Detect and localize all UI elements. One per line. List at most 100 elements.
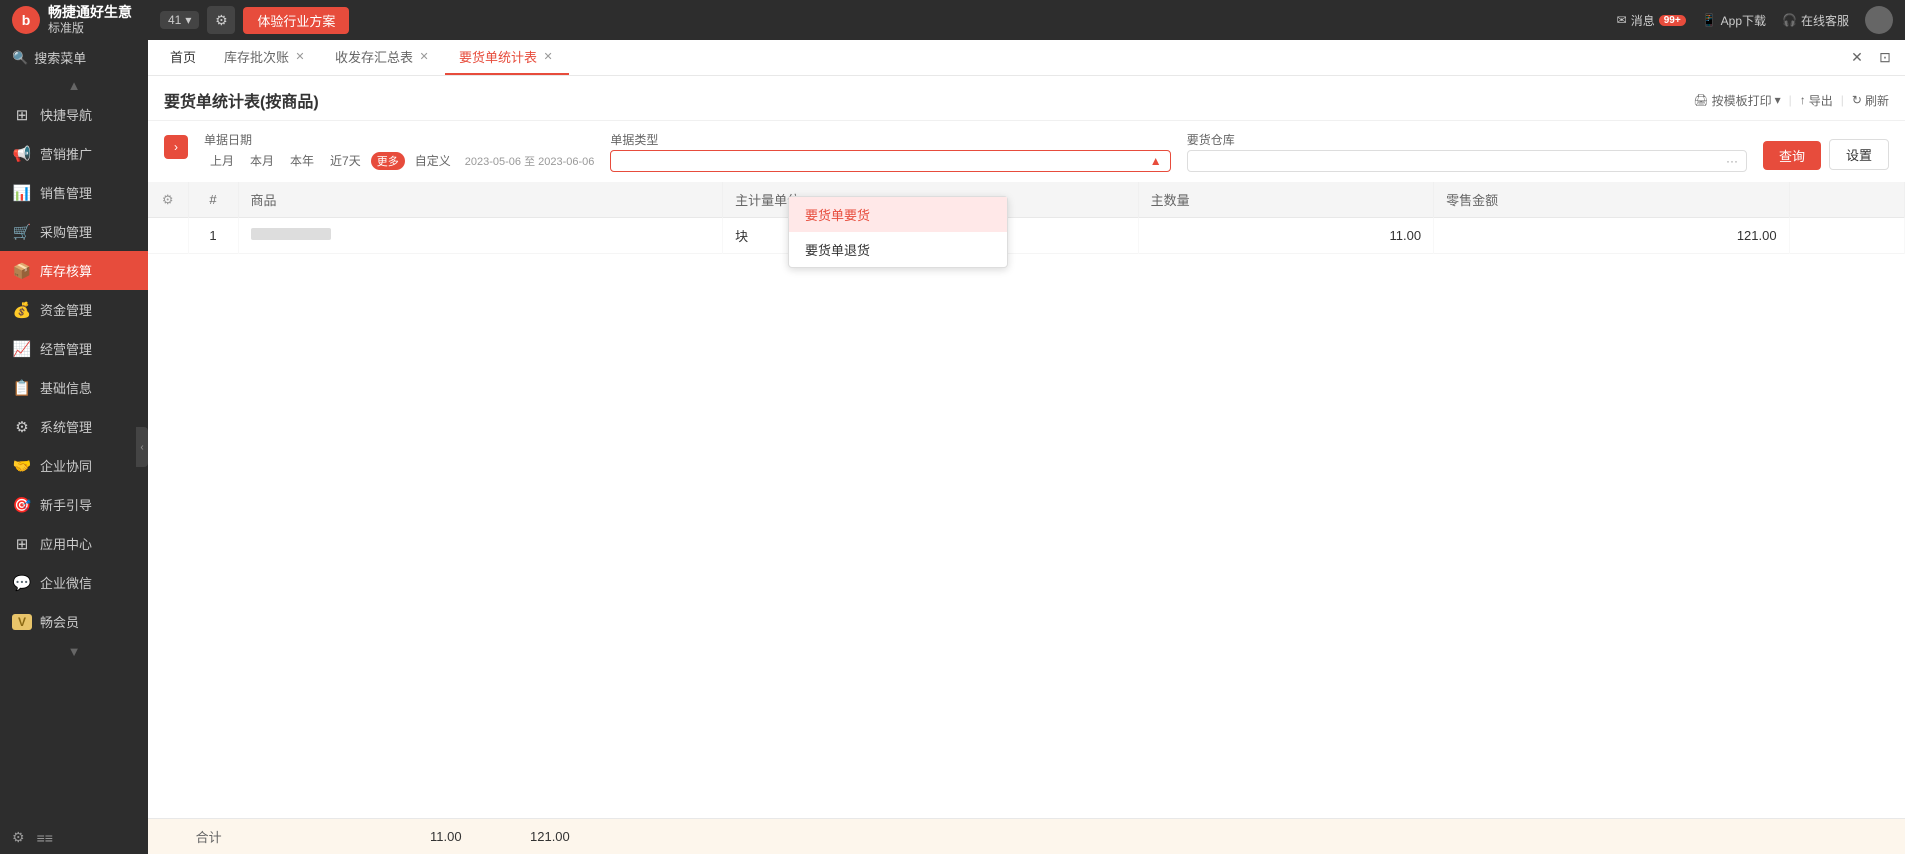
sidebar-search[interactable]: 🔍 搜索菜单 [0, 40, 148, 75]
dropdown-item-requisition-order[interactable]: 要货单要货 [789, 197, 1007, 232]
date-option-this-month[interactable]: 本月 [244, 150, 280, 171]
type-dropdown-menu: 要货单要货 要货单退货 [788, 196, 1008, 268]
dropdown-item-label-2: 要货单退货 [805, 243, 870, 258]
sales-label: 销售管理 [40, 183, 92, 202]
tab-inventory-batch-close[interactable]: ✕ [293, 50, 307, 64]
scroll-down-arrow[interactable]: ▼ [0, 641, 148, 661]
col-header-num: # [188, 182, 238, 218]
sidebar-item-wechat[interactable]: 💬 企业微信 [0, 563, 148, 602]
trial-button[interactable]: 体验行业方案 [243, 7, 349, 34]
app-download-label: App下载 [1721, 12, 1766, 29]
sidebar-item-finance[interactable]: 💰 资金管理 [0, 290, 148, 329]
sidebar-item-enterprise[interactable]: 🤝 企业协同 [0, 446, 148, 485]
sidebar-item-quick-nav[interactable]: ⊞ 快捷导航 [0, 95, 148, 134]
search-label: 搜索菜单 [34, 48, 86, 67]
online-service-label: 在线客服 [1801, 12, 1849, 29]
top-right: ✉ 消息 99+ 📱 App下载 🎧 在线客服 [1617, 6, 1893, 34]
content-area: 首页 库存批次账 ✕ 收发存汇总表 ✕ 要货单统计表 ✕ ✕ ⊡ 要 [148, 40, 1905, 854]
apps-icon: ⊞ [12, 535, 32, 553]
settings-bottom-icon[interactable]: ⚙ [12, 829, 25, 846]
online-service-button[interactable]: 🎧 在线客服 [1782, 12, 1849, 29]
sidebar-item-sales[interactable]: 📊 销售管理 [0, 173, 148, 212]
operations-icon: 📈 [12, 340, 32, 358]
sidebar-item-operations[interactable]: 📈 经营管理 [0, 329, 148, 368]
message-badge: 99+ [1659, 15, 1686, 26]
basic-info-icon: 📋 [12, 379, 32, 397]
purchase-label: 采购管理 [40, 222, 92, 241]
date-option-more[interactable]: 更多 [371, 152, 405, 170]
footer-label: 合计 [160, 827, 430, 846]
sidebar-item-marketing[interactable]: 📢 营销推广 [0, 134, 148, 173]
enterprise-label: 企业协同 [40, 456, 92, 475]
date-option-7days[interactable]: 近7天 [324, 150, 367, 171]
tab-expand-button[interactable]: ⊡ [1873, 46, 1897, 70]
row-amount: 121.00 [1434, 218, 1789, 254]
data-table: ⚙ # 商品 主计量单位 主数量 零售金额 1 [148, 182, 1905, 254]
print-template-button[interactable]: 🖨 按模板打印 ▾ [1693, 92, 1780, 109]
system-icon: ⚙ [12, 418, 32, 436]
tab-inventory-batch-label: 库存批次账 [224, 47, 289, 66]
sidebar-item-basic-info[interactable]: 📋 基础信息 [0, 368, 148, 407]
sidebar-item-apps[interactable]: ⊞ 应用中心 [0, 524, 148, 563]
page-title: 要货单统计表(按商品) [164, 88, 319, 112]
settings-filter-button[interactable]: 设置 [1829, 139, 1889, 170]
page-content: 要货单统计表(按商品) 🖨 按模板打印 ▾ | ↑ 导出 | ↻ [148, 76, 1905, 854]
logo-area: b 畅捷通好生意 标准版 [12, 4, 160, 35]
refresh-label: 刷新 [1865, 92, 1889, 109]
sidebar-toggle-icon[interactable]: ≡≡ [37, 830, 53, 846]
row-quantity: 11.00 [1138, 218, 1433, 254]
filter-expand-button[interactable]: › [164, 135, 188, 159]
search-icon: 🔍 [12, 50, 28, 66]
tab-close-all-button[interactable]: ✕ [1845, 46, 1869, 70]
marketing-icon: 📢 [12, 145, 32, 163]
type-filter-input[interactable]: ▲ [610, 150, 1170, 172]
export-button[interactable]: ↑ 导出 [1800, 92, 1833, 109]
settings-gear-button[interactable]: ⚙ [207, 6, 235, 34]
table-header-row: ⚙ # 商品 主计量单位 主数量 零售金额 [148, 182, 1905, 218]
brand-name: 畅捷通好生意 [48, 4, 132, 21]
sidebar-item-purchase[interactable]: 🛒 采购管理 [0, 212, 148, 251]
type-filter-arrow[interactable]: ▲ [1150, 154, 1162, 168]
messages-button[interactable]: ✉ 消息 99+ [1617, 12, 1686, 29]
user-avatar[interactable] [1865, 6, 1893, 34]
type-filter-label: 单据类型 [610, 131, 1170, 148]
warehouse-filter-input[interactable]: ··· [1187, 150, 1747, 172]
refresh-button[interactable]: ↻ 刷新 [1852, 92, 1889, 109]
tab-requisition-stats[interactable]: 要货单统计表 ✕ [445, 40, 569, 75]
query-button[interactable]: 查询 [1763, 141, 1821, 170]
sidebar-item-system[interactable]: ⚙ 系统管理 [0, 407, 148, 446]
export-label: 导出 [1809, 92, 1833, 109]
dropdown-item-requisition-return[interactable]: 要货单退货 [789, 232, 1007, 267]
tab-requisition-stats-close[interactable]: ✕ [541, 50, 555, 64]
footer-quantity: 11.00 [430, 829, 530, 844]
footer-values: 11.00 121.00 [430, 829, 630, 844]
scroll-up-arrow[interactable]: ▲ [0, 75, 148, 95]
app-download-button[interactable]: 📱 App下载 [1702, 12, 1766, 29]
sidebar-collapse-button[interactable]: ‹ [136, 427, 148, 467]
col-header-product: 商品 [238, 182, 723, 218]
sidebar-item-guide[interactable]: 🎯 新手引导 [0, 485, 148, 524]
tab-home[interactable]: 首页 [156, 40, 210, 75]
date-option-custom[interactable]: 自定义 [409, 150, 457, 171]
warehouse-more-icon[interactable]: ··· [1726, 154, 1738, 168]
date-option-last-month[interactable]: 上月 [204, 150, 240, 171]
version-selector[interactable]: 41 ▾ [160, 11, 199, 29]
brand-version: 标准版 [48, 21, 132, 35]
vip-icon: V [12, 614, 32, 630]
tab-inventory-batch[interactable]: 库存批次账 ✕ [210, 40, 321, 75]
guide-label: 新手引导 [40, 495, 92, 514]
row-product [238, 218, 723, 254]
main-layout: 🔍 搜索菜单 ▲ ⊞ 快捷导航 📢 营销推广 📊 销售管理 🛒 采购管理 📦 库… [0, 40, 1905, 854]
print-label: 按模板打印 [1712, 92, 1772, 109]
row-num: 1 [188, 218, 238, 254]
tab-receive-summary-close[interactable]: ✕ [417, 50, 431, 64]
sidebar: 🔍 搜索菜单 ▲ ⊞ 快捷导航 📢 营销推广 📊 销售管理 🛒 采购管理 📦 库… [0, 40, 148, 854]
date-option-this-year[interactable]: 本年 [284, 150, 320, 171]
tab-requisition-stats-label: 要货单统计表 [459, 47, 537, 66]
tab-receive-summary[interactable]: 收发存汇总表 ✕ [321, 40, 445, 75]
tab-bar: 首页 库存批次账 ✕ 收发存汇总表 ✕ 要货单统计表 ✕ ✕ ⊡ [148, 40, 1905, 76]
sidebar-item-inventory[interactable]: 📦 库存核算 [0, 251, 148, 290]
sidebar-item-vip[interactable]: V 畅会员 [0, 602, 148, 641]
guide-icon: 🎯 [12, 496, 32, 514]
col-header-settings[interactable]: ⚙ [148, 182, 188, 218]
